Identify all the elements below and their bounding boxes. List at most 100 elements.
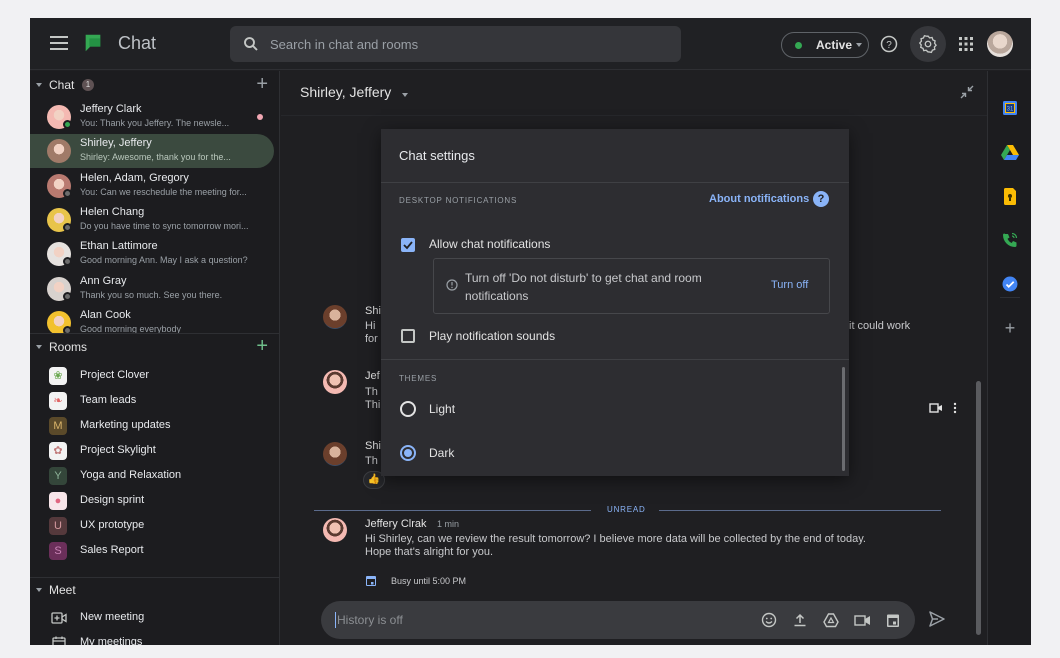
meet-section-header[interactable]: Meet [30,578,280,602]
about-notifications-link[interactable]: About notifications [709,193,809,205]
unread-divider: UNREAD [314,505,941,515]
emoji-icon[interactable] [759,610,779,630]
room-item[interactable]: ✿ Project Skylight [30,439,274,463]
info-icon [446,279,458,291]
message-composer [321,601,915,639]
room-name: Team leads [80,394,137,406]
room-item[interactable]: ❀ Project Clover [30,364,274,388]
room-item[interactable]: ● Design sprint [30,489,274,513]
account-avatar[interactable] [987,31,1013,57]
collapse-caret-icon [36,345,42,349]
sender-avatar[interactable] [323,370,347,394]
help-icon[interactable]: ? [813,191,829,207]
dm-item[interactable]: Ann Gray Thank you so much. See you there… [30,272,274,306]
sender-name: Shi [365,440,381,452]
message-text: Hi [365,320,376,332]
new-room-plus-icon[interactable]: + [256,336,268,356]
voice-app-icon[interactable] [1001,231,1019,249]
dm-snippet: Shirley: Awesome, thank you for the... [80,152,231,163]
more-vert-icon[interactable] [953,402,957,414]
dm-item[interactable]: Ethan Lattimore Good morning Ann. May I a… [30,237,274,271]
video-icon[interactable] [852,610,872,630]
dm-snippet: You: Thank you Jeffery. The newsle... [80,118,230,128]
busy-text: Busy until 5:00 PM [391,575,467,586]
new-meeting-item[interactable]: New meeting [30,606,274,630]
sender-avatar[interactable] [323,518,347,542]
room-name: Project Skylight [80,444,156,456]
my-meetings-item[interactable]: My meetings [30,631,274,645]
theme-light-radio[interactable] [400,401,416,417]
room-name: Sales Report [80,544,144,556]
video-icon[interactable] [929,402,943,414]
allow-notifications-label[interactable]: Allow chat notifications [429,237,550,251]
divider [281,115,987,116]
add-app-icon[interactable]: + [1001,318,1019,338]
room-item[interactable]: Y Yoga and Relaxation [30,464,274,488]
avatar [47,139,71,164]
room-item[interactable]: U UX prototype [30,514,274,538]
conversation-title[interactable]: Shirley, Jeffery [300,84,391,100]
play-sounds-checkbox[interactable] [401,329,415,343]
sender-name: Jeffery Clrak [365,518,427,530]
search-bar[interactable] [230,26,681,62]
dm-name: Ann Gray [80,274,127,287]
conversation-scrollbar[interactable] [976,381,981,635]
divider [1000,297,1020,298]
dm-item[interactable]: Helen Chang Do you have time to sync tomo… [30,203,274,237]
dm-item[interactable]: Helen, Adam, Gregory You: Can we reschedu… [30,169,274,203]
play-sounds-label[interactable]: Play notification sounds [429,329,555,343]
keep-app-icon[interactable] [1001,187,1019,205]
chevron-down-icon [856,43,862,47]
search-input[interactable] [270,26,670,62]
menu-icon[interactable] [50,36,68,50]
collapse-icon[interactable] [960,85,974,99]
status-dot [795,42,802,49]
allow-notifications-checkbox[interactable] [401,238,415,252]
theme-dark-label[interactable]: Dark [429,446,454,460]
clover-icon: ❀ [49,367,67,385]
rooms-section-header[interactable]: Rooms + [30,335,280,359]
room-item[interactable]: M Marketing updates [30,414,274,438]
dm-item[interactable]: Jeffery Clark You: Thank you Jeffery. The… [30,100,274,134]
dm-list: Jeffery Clark You: Thank you Jeffery. The… [30,71,280,333]
dm-name: Jeffery Clark [80,103,142,115]
leaf-icon: ❧ [49,392,67,410]
turn-off-dnd-button[interactable]: Turn off [771,279,808,291]
divider [381,359,849,360]
drive-app-icon[interactable] [1001,143,1019,161]
dm-item[interactable]: Shirley, Jeffery Shirley: Awesome, thank … [30,134,274,169]
room-item[interactable]: ❧ Team leads [30,389,274,413]
dm-snippet: You: Can we reschedule the meeting for..… [80,186,247,197]
dm-snippet: Do you have time to sync tomorrow mori..… [80,220,249,231]
presence-indicator [63,188,72,198]
unread-label: UNREAD [607,505,646,514]
theme-light-label[interactable]: Light [429,402,455,416]
svg-text:31: 31 [1007,107,1014,113]
theme-dark-radio[interactable] [400,445,416,461]
room-item[interactable]: S Sales Report [30,539,274,563]
room-name: UX prototype [80,519,145,531]
search-icon [244,37,258,51]
dm-item[interactable]: Alan Cook Good morning everybody [30,306,274,333]
apps-grid-icon[interactable] [953,31,979,57]
drive-icon[interactable] [821,610,841,630]
send-icon[interactable] [928,610,946,628]
calendar-app-icon[interactable]: 31 [1001,99,1019,117]
settings-button[interactable] [910,26,946,62]
svg-text:?: ? [886,40,892,51]
dm-name: Ethan Lattimore [80,240,158,253]
sender-avatar[interactable] [323,442,347,466]
presence-indicator [63,325,72,333]
sender-avatar[interactable] [323,305,347,329]
status-dropdown[interactable]: Active [781,32,869,58]
calendar-icon[interactable] [883,610,903,630]
dialog-scrollbar[interactable] [842,367,845,471]
upload-icon[interactable] [790,610,810,630]
chevron-down-icon[interactable] [402,93,408,97]
help-icon[interactable]: ? [876,31,902,57]
divider [30,333,280,334]
message-input[interactable] [335,612,735,628]
tasks-app-icon[interactable] [1001,275,1019,293]
dm-snippet: Good morning Ann. May I ask a question? [80,255,248,266]
dm-name: Helen Chang [80,205,145,218]
